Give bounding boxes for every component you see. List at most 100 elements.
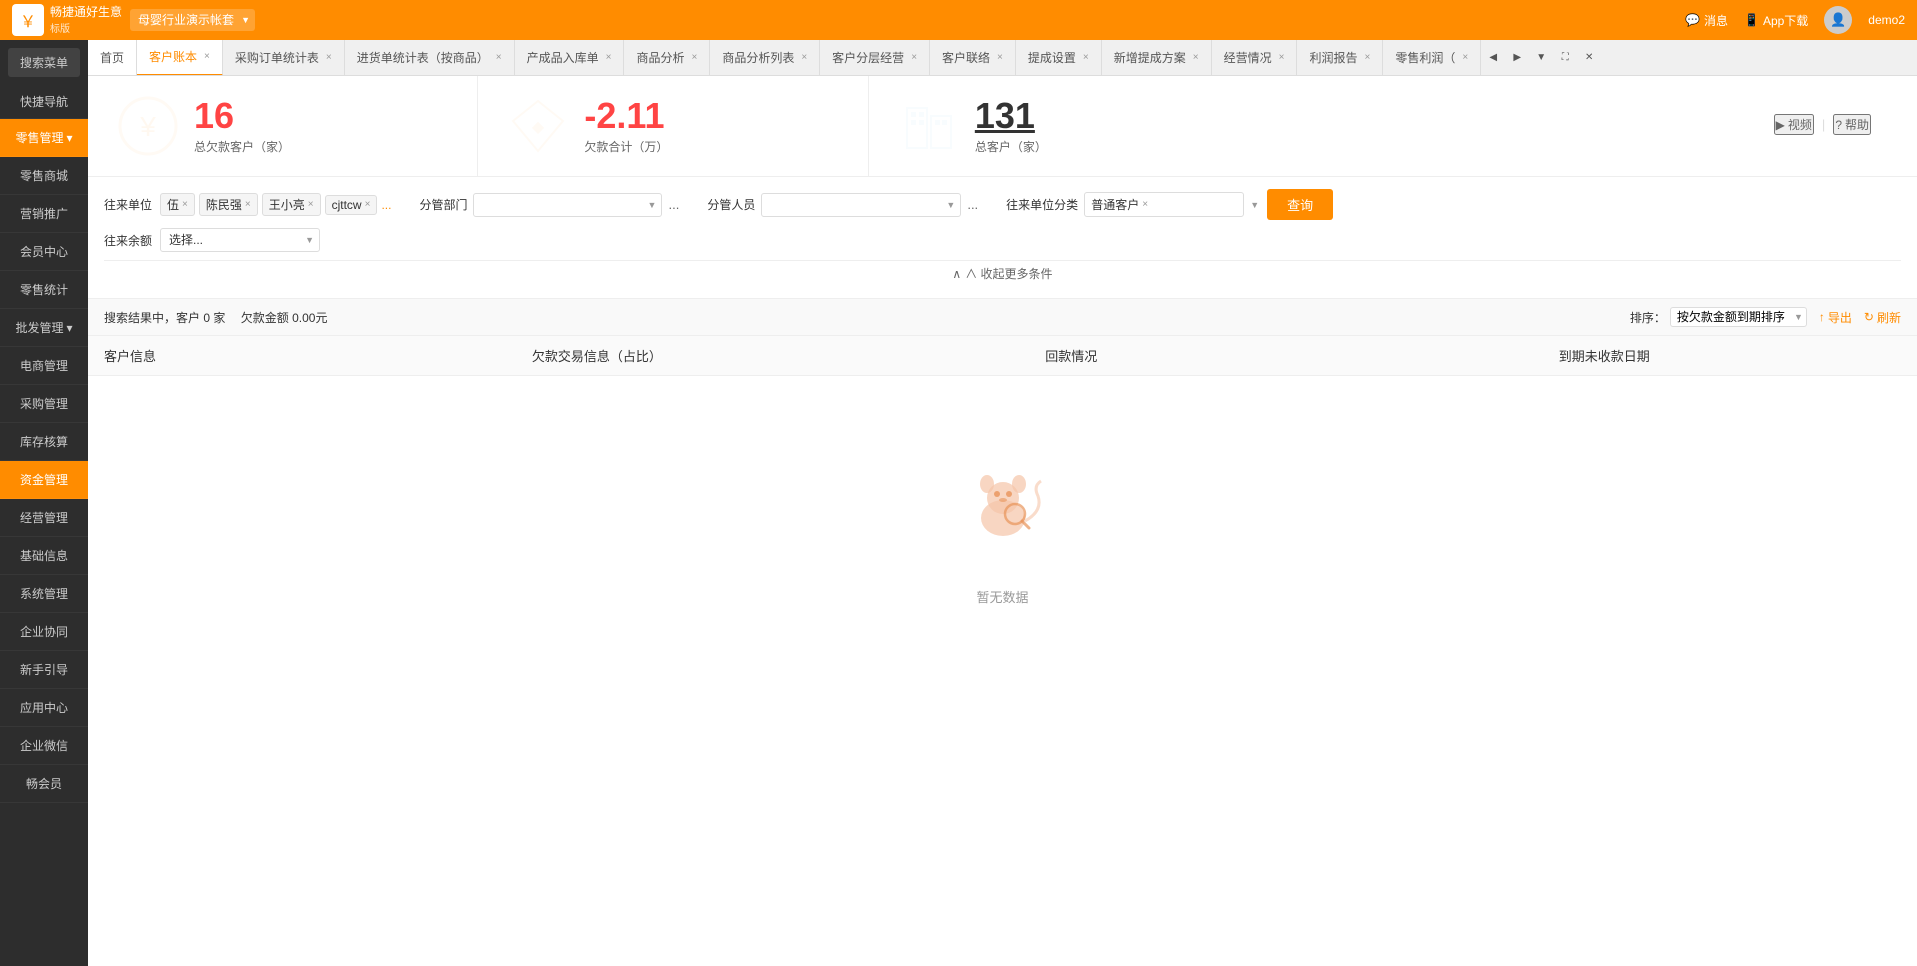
dept-input[interactable] [473, 193, 662, 217]
dept-dots[interactable]: ... [668, 197, 679, 212]
unit-label: 往来单位 [104, 196, 152, 213]
tab-customer-contact[interactable]: 客户联络 × [930, 40, 1016, 76]
col-header-due-date: 到期未收款日期 [1559, 346, 1901, 365]
tab-bar: 首页 客户账本 × 采购订单统计表 × 进货单统计表（按商品） × 产成品入库单… [88, 40, 1917, 76]
tab-retail-profit[interactable]: 零售利润（ × [1383, 40, 1481, 76]
app-download-button[interactable]: 📱 App下载 [1744, 12, 1808, 29]
tab-label-operation-status: 经营情况 [1224, 49, 1272, 66]
person-label: 分管人员 [707, 196, 755, 213]
tab-profit-report[interactable]: 利润报告 × [1297, 40, 1383, 76]
export-button[interactable]: ↑ 导出 [1819, 309, 1852, 326]
tab-close-product-analysis[interactable]: × [691, 52, 697, 63]
sidebar-item-operation[interactable]: 经营管理 [0, 499, 88, 537]
tab-nav-left[interactable]: ◀ [1481, 40, 1505, 76]
chevron-down-icon: ▾ [66, 131, 72, 145]
collapse-button[interactable]: ∧ ∧ 收起更多条件 [104, 261, 1901, 286]
filter-tag-4-close[interactable]: × [365, 199, 371, 210]
tab-customer-segment[interactable]: 客户分层经营 × [820, 40, 930, 76]
sidebar-item-retail-mgmt[interactable]: 零售管理 ▾ [0, 119, 88, 157]
sidebar-item-wholesale-mgmt[interactable]: 批发管理 ▾ [0, 309, 88, 347]
tab-close-inbound[interactable]: × [496, 52, 502, 63]
sidebar-item-newbie[interactable]: 新手引导 [0, 651, 88, 689]
svg-text:¥: ¥ [139, 111, 156, 142]
top-bar-right: 💬 消息 📱 App下载 👤 demo2 [1685, 6, 1905, 34]
sidebar-item-wechat[interactable]: 企业微信 [0, 727, 88, 765]
sidebar-item-inventory[interactable]: 库存核算 [0, 423, 88, 461]
filter-more-units[interactable]: ... [381, 198, 391, 212]
tab-close-new-improve[interactable]: × [1193, 52, 1199, 63]
filter-area: 往来单位 伍 × 陈民强 × 王小亮 [88, 177, 1917, 299]
tab-close-purchase[interactable]: × [326, 52, 332, 63]
tab-home[interactable]: 首页 [88, 40, 137, 76]
filter-row-1: 往来单位 伍 × 陈民强 × 王小亮 [104, 189, 1901, 220]
tab-close-product-inbound[interactable]: × [606, 52, 612, 63]
sort-select[interactable]: 按欠款金额到期排序 [1670, 307, 1807, 327]
tab-close-customer-balance[interactable]: × [204, 51, 210, 62]
filter-tag-cat-1-close[interactable]: × [1142, 199, 1148, 210]
tab-product-analysis-list[interactable]: 商品分析列表 × [710, 40, 820, 76]
tab-close-customer-contact[interactable]: × [997, 52, 1003, 63]
top-bar-left: ￥ 畅捷通好生意 标版 母婴行业演示帐套 [12, 4, 255, 36]
chevron-right-icon: ▾ [66, 321, 72, 335]
sidebar-item-finance[interactable]: 资金管理 [0, 461, 88, 499]
sidebar-item-app-center[interactable]: 应用中心 [0, 689, 88, 727]
tab-improve-settings[interactable]: 提成设置 × [1016, 40, 1102, 76]
sidebar-item-retail-mall[interactable]: 零售商城 [0, 157, 88, 195]
sidebar-item-quick-nav[interactable]: 快捷导航 [0, 85, 88, 119]
sidebar-item-ecommerce[interactable]: 电商管理 [0, 347, 88, 385]
col-header-repay-info: 回款情况 [1045, 346, 1558, 365]
store-selector[interactable]: 母婴行业演示帐套 [130, 9, 255, 31]
tab-fullscreen[interactable]: ⛶ [1553, 40, 1577, 76]
tab-close-profit-report[interactable]: × [1364, 52, 1370, 63]
tab-close-operation-status[interactable]: × [1279, 52, 1285, 63]
balance-select[interactable]: 选择... [160, 228, 320, 252]
person-input[interactable] [761, 193, 961, 217]
sidebar-search-button[interactable]: 搜索菜单 [8, 48, 80, 77]
col-header-customer-info: 客户信息 [104, 346, 532, 365]
category-select-arrow[interactable]: ▼ [1250, 200, 1259, 210]
tab-product-inbound[interactable]: 产成品入库单 × [515, 40, 625, 76]
tab-close-all[interactable]: ✕ [1577, 40, 1601, 76]
tab-nav-right[interactable]: ▶ [1505, 40, 1529, 76]
debt-label: 欠款金额 [241, 311, 289, 325]
help-button[interactable]: ? 帮助 [1833, 114, 1871, 135]
filter-tag-1-close[interactable]: × [182, 199, 188, 210]
tab-nav-menu[interactable]: ▼ [1529, 40, 1553, 76]
messages-button[interactable]: 💬 消息 [1685, 12, 1728, 29]
sidebar-item-membership[interactable]: 畅会员 [0, 765, 88, 803]
tab-close-product-analysis-list[interactable]: × [801, 52, 807, 63]
sidebar-item-retail-stats[interactable]: 零售统计 [0, 271, 88, 309]
tab-close-retail-profit[interactable]: × [1462, 52, 1468, 63]
person-dots[interactable]: ... [967, 197, 978, 212]
sidebar-item-system[interactable]: 系统管理 [0, 575, 88, 613]
tab-close-improve-settings[interactable]: × [1083, 52, 1089, 63]
user-name[interactable]: demo2 [1868, 13, 1905, 27]
video-help-button[interactable]: ▶ 视频 [1774, 114, 1814, 135]
tab-label-improve-settings: 提成设置 [1028, 49, 1076, 66]
sidebar-search-area: 搜索菜单 [0, 40, 88, 85]
sidebar-item-member-center[interactable]: 会员中心 [0, 233, 88, 271]
tab-customer-balance[interactable]: 客户账本 × [137, 40, 223, 76]
avatar[interactable]: 👤 [1824, 6, 1852, 34]
query-button[interactable]: 查询 [1267, 189, 1333, 220]
sidebar-item-enterprise[interactable]: 企业协同 [0, 613, 88, 651]
sidebar-item-marketing[interactable]: 营销推广 [0, 195, 88, 233]
empty-icon [953, 456, 1053, 575]
tab-new-improve[interactable]: 新增提成方案 × [1102, 40, 1212, 76]
tab-product-analysis[interactable]: 商品分析 × [624, 40, 710, 76]
tab-label-purchase: 采购订单统计表 [235, 49, 319, 66]
sidebar-label-retail-mgmt: 零售管理 [15, 129, 63, 146]
app-download-label: App下载 [1763, 12, 1808, 29]
refresh-button[interactable]: ↻ 刷新 [1864, 309, 1901, 326]
tab-purchase-order-stats[interactable]: 采购订单统计表 × [223, 40, 345, 76]
tab-label-product-inbound: 产成品入库单 [527, 49, 599, 66]
logo[interactable]: ￥ 畅捷通好生意 标版 [12, 4, 122, 36]
sidebar-item-basic-info[interactable]: 基础信息 [0, 537, 88, 575]
tab-operation-status[interactable]: 经营情况 × [1212, 40, 1298, 76]
sidebar-item-purchase[interactable]: 采购管理 [0, 385, 88, 423]
filter-tag-2-close[interactable]: × [245, 199, 251, 210]
result-bar: 搜索结果中，客户 0 家 欠款金额 0.00元 排序： 按欠款金额到期排序 [88, 299, 1917, 336]
filter-tag-3-close[interactable]: × [308, 199, 314, 210]
tab-inbound-stats[interactable]: 进货单统计表（按商品） × [345, 40, 515, 76]
tab-close-customer-segment[interactable]: × [911, 52, 917, 63]
